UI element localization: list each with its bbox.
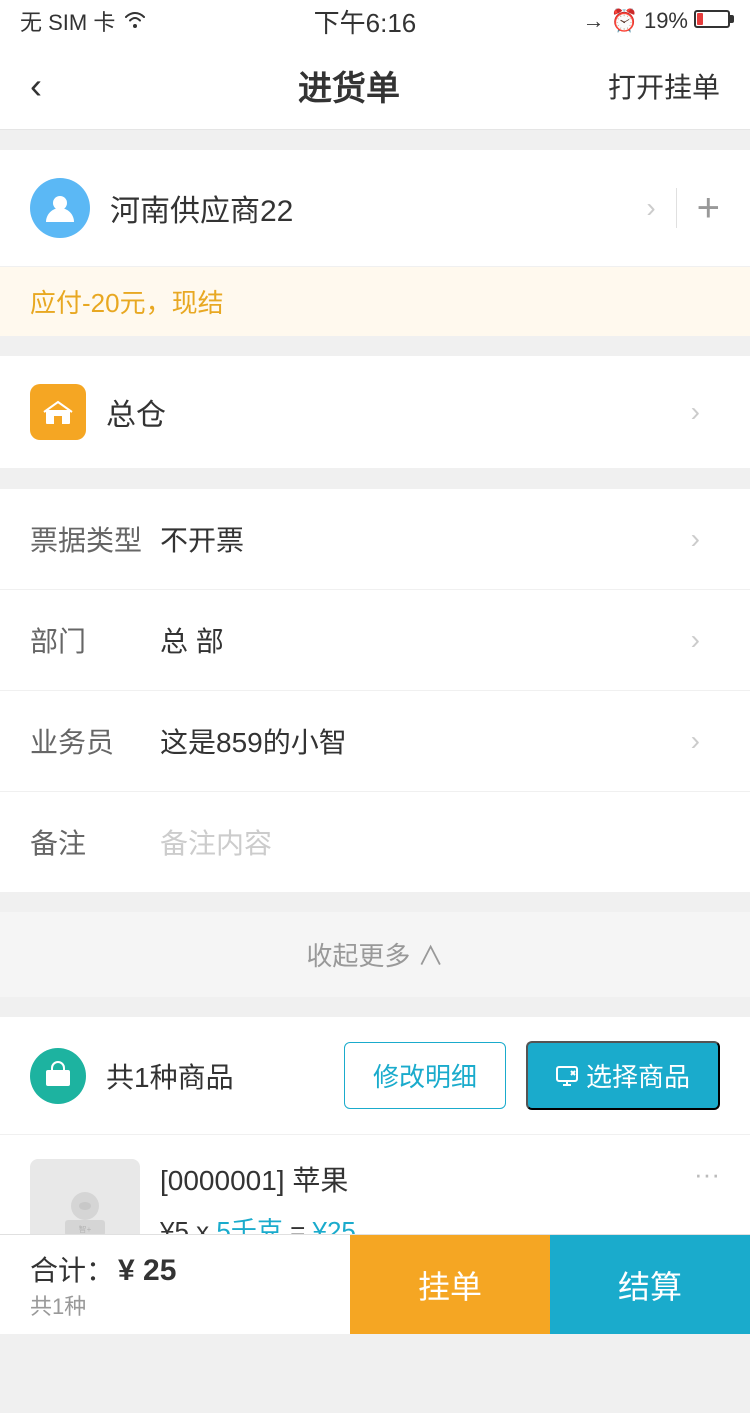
warehouse-row[interactable]: 总仓 › xyxy=(0,356,750,468)
invoice-row[interactable]: 票据类型 不开票 › xyxy=(0,488,750,589)
status-carrier: 无 SIM 卡 xyxy=(20,5,147,37)
edit-detail-button[interactable]: 修改明细 xyxy=(344,1042,506,1109)
status-time: 下午6:16 xyxy=(314,3,417,40)
back-button[interactable]: ‹ xyxy=(30,65,90,107)
payment-hint: 应付-20元，现结 xyxy=(0,267,750,336)
sales-value: 这是859的小智 xyxy=(160,721,691,761)
hang-button[interactable]: 挂单 xyxy=(350,1235,550,1334)
alarm-icon: ⏰ xyxy=(611,8,638,34)
remark-row[interactable]: 备注 备注内容 xyxy=(0,791,750,892)
select-product-button[interactable]: 选择商品 xyxy=(526,1041,720,1110)
warehouse-section: 总仓 › xyxy=(0,356,750,468)
vertical-divider xyxy=(676,188,677,228)
sales-label: 业务员 xyxy=(30,721,160,761)
warehouse-icon xyxy=(30,384,86,440)
svg-text:智+: 智+ xyxy=(79,1224,92,1234)
wifi-icon xyxy=(123,8,147,34)
select-product-label: 选择商品 xyxy=(586,1057,690,1094)
product-count: 共1种商品 xyxy=(106,1056,324,1096)
invoice-chevron: › xyxy=(691,523,700,555)
supplier-name: 河南供应商22 xyxy=(110,186,646,230)
invoice-value: 不开票 xyxy=(160,519,691,559)
checkout-button[interactable]: 结算 xyxy=(550,1235,750,1334)
nav-bar: ‹ 进货单 打开挂单 xyxy=(0,42,750,130)
supplier-chevron: › xyxy=(646,192,655,224)
location-icon: → xyxy=(583,8,605,34)
dept-label: 部门 xyxy=(30,620,160,660)
open-hang-button[interactable]: 打开挂单 xyxy=(608,66,720,106)
status-bar: 无 SIM 卡 下午6:16 → ⏰ 19% xyxy=(0,0,750,42)
dept-value: 总 部 xyxy=(160,620,691,660)
remark-placeholder: 备注内容 xyxy=(160,822,720,862)
total-section: 合计： ¥ 25 共1种 xyxy=(0,1235,350,1334)
battery-icon xyxy=(694,8,730,34)
invoice-label: 票据类型 xyxy=(30,519,160,559)
warehouse-chevron: › xyxy=(691,396,700,428)
sales-row[interactable]: 业务员 这是859的小智 › xyxy=(0,690,750,791)
supplier-row[interactable]: 河南供应商22 › + xyxy=(0,150,750,267)
status-right: → ⏰ 19% xyxy=(583,8,730,34)
product-title: 苹果 xyxy=(292,1165,348,1196)
supplier-avatar xyxy=(30,178,90,238)
battery-percent: 19% xyxy=(644,8,688,34)
add-button[interactable]: + xyxy=(697,186,720,231)
dept-chevron: › xyxy=(691,624,700,656)
supplier-section: 河南供应商22 › + 应付-20元，现结 xyxy=(0,150,750,336)
total-sub: 共1种 xyxy=(30,1289,320,1321)
product-code: [0000001] xyxy=(160,1165,292,1196)
sales-chevron: › xyxy=(691,725,700,757)
product-header: 共1种商品 修改明细 选择商品 xyxy=(0,1017,750,1134)
carrier-text: 无 SIM 卡 xyxy=(20,5,115,37)
remark-label: 备注 xyxy=(30,822,160,862)
total-amount: ¥ 25 xyxy=(118,1254,176,1288)
dept-row[interactable]: 部门 总 部 › xyxy=(0,589,750,690)
product-name: [0000001] 苹果 xyxy=(160,1159,674,1199)
total-label: 合计： xyxy=(30,1249,114,1289)
form-section: 票据类型 不开票 › 部门 总 部 › 业务员 这是859的小智 › 备注 备注… xyxy=(0,488,750,892)
bottom-bar: 合计： ¥ 25 共1种 挂单 结算 xyxy=(0,1234,750,1334)
collapse-button[interactable]: 收起更多 ∧ xyxy=(0,912,750,997)
warehouse-name: 总仓 xyxy=(106,390,691,434)
product-more-button[interactable]: ··· xyxy=(694,1159,720,1190)
product-icon xyxy=(30,1048,86,1104)
page-title: 进货单 xyxy=(298,61,400,110)
